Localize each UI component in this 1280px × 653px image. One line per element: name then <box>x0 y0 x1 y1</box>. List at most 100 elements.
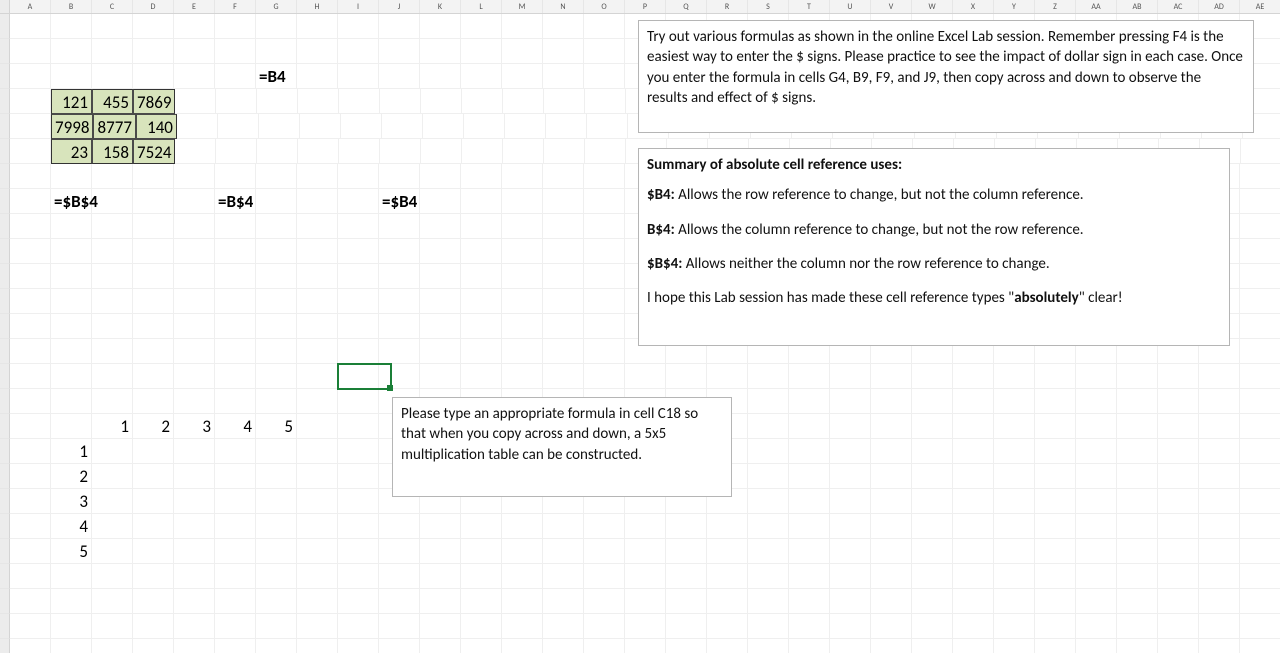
cell-A23[interactable] <box>10 564 51 589</box>
cell-W22[interactable] <box>912 539 953 564</box>
cell-AE23[interactable] <box>1240 564 1280 589</box>
cell-R22[interactable] <box>707 539 748 564</box>
cell-S18[interactable] <box>748 439 789 464</box>
cell-AB16[interactable] <box>1117 389 1158 414</box>
cell-Y25[interactable] <box>994 614 1035 639</box>
cell-F22[interactable] <box>215 539 256 564</box>
cell-U21[interactable] <box>830 514 871 539</box>
cell-A8[interactable] <box>10 189 51 214</box>
cell-C20[interactable] <box>92 489 133 514</box>
cell-N12[interactable] <box>543 289 584 314</box>
cell-I3[interactable] <box>338 64 379 89</box>
column-header-T[interactable]: T <box>789 0 830 13</box>
cell-I21[interactable] <box>338 514 379 539</box>
cell-O22[interactable] <box>584 539 625 564</box>
cell-R26[interactable] <box>707 639 748 653</box>
cell-I7[interactable] <box>338 164 379 189</box>
cell-C9[interactable] <box>92 214 133 239</box>
cell-Y20[interactable] <box>994 489 1035 514</box>
cell-C4[interactable]: 455 <box>92 89 133 114</box>
cell-G4[interactable] <box>257 89 298 114</box>
cell-AA15[interactable] <box>1076 364 1117 389</box>
cell-AC21[interactable] <box>1158 514 1199 539</box>
row-header-11[interactable] <box>0 264 10 289</box>
cell-X26[interactable] <box>953 639 994 653</box>
cell-AE14[interactable] <box>1240 339 1280 364</box>
cell-O7[interactable] <box>584 164 625 189</box>
cell-N11[interactable] <box>543 264 584 289</box>
cell-J14[interactable] <box>379 339 420 364</box>
cell-D11[interactable] <box>133 264 174 289</box>
row-header-21[interactable] <box>0 514 10 539</box>
row-header-22[interactable] <box>0 539 10 564</box>
cell-U17[interactable] <box>830 414 871 439</box>
cell-E13[interactable] <box>174 314 215 339</box>
cell-J8[interactable]: =$B4 <box>379 189 420 214</box>
cell-A10[interactable] <box>10 239 51 264</box>
cell-C1[interactable] <box>92 14 133 39</box>
cell-H20[interactable] <box>297 489 338 514</box>
cell-F10[interactable] <box>215 239 256 264</box>
cell-C10[interactable] <box>92 239 133 264</box>
cell-I2[interactable] <box>338 39 379 64</box>
cell-M8[interactable] <box>502 189 543 214</box>
cell-H13[interactable] <box>297 314 338 339</box>
cell-Q15[interactable] <box>666 364 707 389</box>
cell-E24[interactable] <box>174 589 215 614</box>
cell-J22[interactable] <box>379 539 420 564</box>
cell-T23[interactable] <box>789 564 830 589</box>
cell-N10[interactable] <box>543 239 584 264</box>
cell-J23[interactable] <box>379 564 420 589</box>
cell-V26[interactable] <box>871 639 912 653</box>
cell-F4[interactable] <box>216 89 257 114</box>
cell-S24[interactable] <box>748 589 789 614</box>
cell-AE15[interactable] <box>1240 364 1280 389</box>
cell-I16[interactable] <box>338 389 379 414</box>
cell-H25[interactable] <box>297 614 338 639</box>
cell-H17[interactable] <box>297 414 338 439</box>
cell-N7[interactable] <box>543 164 584 189</box>
cell-T17[interactable] <box>789 414 830 439</box>
cell-A7[interactable] <box>10 164 51 189</box>
cell-S19[interactable] <box>748 464 789 489</box>
cell-K26[interactable] <box>420 639 461 653</box>
cell-H21[interactable] <box>297 514 338 539</box>
cell-W15[interactable] <box>912 364 953 389</box>
cell-AD16[interactable] <box>1199 389 1240 414</box>
cell-T21[interactable] <box>789 514 830 539</box>
column-header-B[interactable]: B <box>51 0 92 13</box>
cell-S21[interactable] <box>748 514 789 539</box>
cell-AD22[interactable] <box>1199 539 1240 564</box>
cell-L23[interactable] <box>461 564 502 589</box>
cell-F1[interactable] <box>215 14 256 39</box>
cell-X22[interactable] <box>953 539 994 564</box>
cell-I17[interactable] <box>338 414 379 439</box>
cell-A24[interactable] <box>10 589 51 614</box>
cell-F23[interactable] <box>215 564 256 589</box>
column-header-Z[interactable]: Z <box>1035 0 1076 13</box>
cell-M12[interactable] <box>502 289 543 314</box>
cell-V17[interactable] <box>871 414 912 439</box>
cell-AC22[interactable] <box>1158 539 1199 564</box>
cell-K2[interactable] <box>420 39 461 64</box>
cell-Y22[interactable] <box>994 539 1035 564</box>
cell-T20[interactable] <box>789 489 830 514</box>
cell-C6[interactable]: 158 <box>92 139 133 164</box>
cell-O24[interactable] <box>584 589 625 614</box>
cell-M23[interactable] <box>502 564 543 589</box>
cell-F18[interactable] <box>215 439 256 464</box>
column-header-AD[interactable]: AD <box>1199 0 1240 13</box>
cell-F2[interactable] <box>215 39 256 64</box>
cell-H2[interactable] <box>297 39 338 64</box>
cell-AE6[interactable] <box>1241 139 1280 164</box>
cell-D25[interactable] <box>133 614 174 639</box>
cell-G14[interactable] <box>256 339 297 364</box>
column-header-D[interactable]: D <box>133 0 174 13</box>
cell-J25[interactable] <box>379 614 420 639</box>
cell-N3[interactable] <box>543 64 584 89</box>
cell-M21[interactable] <box>502 514 543 539</box>
cell-E8[interactable] <box>174 189 215 214</box>
cell-B16[interactable] <box>51 389 92 414</box>
cell-K1[interactable] <box>420 14 461 39</box>
cell-K22[interactable] <box>420 539 461 564</box>
